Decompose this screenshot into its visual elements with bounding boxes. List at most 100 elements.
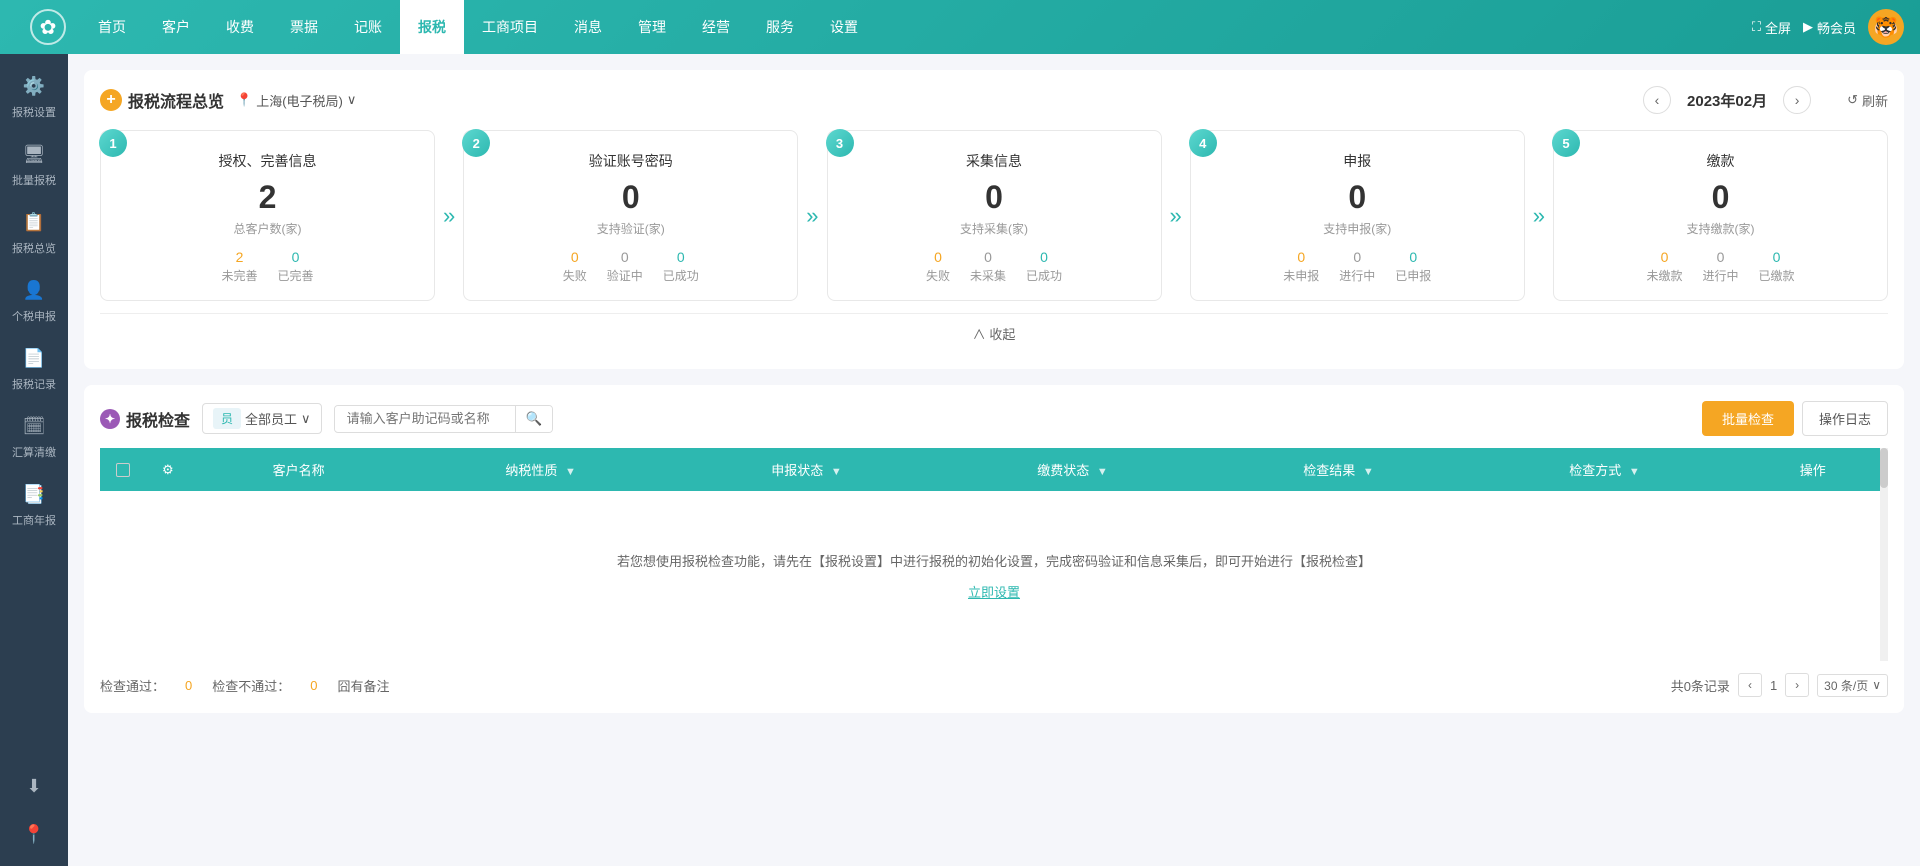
pagination: 共0条记录 ‹ 1 › 30 条/页 ∨: [1671, 673, 1888, 697]
per-page-chevron-icon: ∨: [1872, 678, 1881, 692]
step-2-stat-1-num: 0: [621, 249, 629, 265]
step-3-stat-1: 0 未采集: [970, 249, 1006, 284]
next-month-button[interactable]: ›: [1783, 86, 1811, 114]
nav-tax[interactable]: 报税: [400, 0, 464, 54]
fail-label: 检查不通过：: [212, 676, 290, 695]
step-4-number: 4: [1189, 129, 1217, 157]
operation-log-button[interactable]: 操作日志: [1802, 401, 1888, 436]
batch-check-button[interactable]: 批量检查: [1702, 401, 1794, 436]
chevron-down-icon: ∨: [347, 92, 357, 108]
nav-customer[interactable]: 客户: [144, 0, 208, 54]
th-gear: ⚙: [146, 448, 190, 491]
step-1-stat-1-num: 0: [292, 249, 300, 265]
nav-accounting[interactable]: 记账: [336, 0, 400, 54]
data-table: ⚙ 客户名称 纳税性质 ▼ 申报状态 ▼: [100, 448, 1888, 491]
filter-icon-1[interactable]: ▼: [565, 466, 576, 478]
step-3-card: 3 采集信息 0 支持采集(家) 0 失败 0 未采集: [827, 130, 1162, 301]
filter-icon-5[interactable]: ▼: [1629, 466, 1640, 478]
step-1-count: 2: [117, 179, 418, 216]
step-4-stat-1-num: 0: [1353, 249, 1361, 265]
step-3-count: 0: [844, 179, 1145, 216]
th-operation: 操作: [1737, 448, 1888, 491]
overview-title: + 报税流程总览: [100, 88, 224, 112]
nav-invoice[interactable]: 票据: [272, 0, 336, 54]
overview-card: + 报税流程总览 📍 上海(电子税局) ∨ ‹ 2023年02月 › ↺ 刷新: [84, 70, 1904, 369]
avatar[interactable]: 🐯: [1868, 9, 1904, 45]
employee-filter[interactable]: 员 全部员工 ∨: [202, 403, 322, 434]
logo-icon: ✿: [30, 9, 66, 45]
scrollbar-track[interactable]: [1880, 448, 1888, 661]
step-2-count: 0: [480, 179, 781, 216]
nav-home[interactable]: 首页: [80, 0, 144, 54]
nav-message[interactable]: 消息: [556, 0, 620, 54]
arrow-3: »: [1162, 130, 1190, 301]
select-all-checkbox[interactable]: [116, 463, 130, 477]
sidebar-item-personal-tax[interactable]: 👤 个税申报: [0, 266, 68, 334]
filter-icon-2[interactable]: ▼: [831, 466, 842, 478]
setup-link[interactable]: 立即设置: [968, 585, 1020, 600]
step-1-number: 1: [99, 129, 127, 157]
nav-fee[interactable]: 收费: [208, 0, 272, 54]
check-card: ✦ 报税检查 员 全部员工 ∨ 🔍 批量检查 操作日志: [84, 385, 1904, 713]
sidebar-item-batch-tax[interactable]: 🖥 批量报税: [0, 130, 68, 198]
step-5-stat-1-label: 进行中: [1702, 267, 1738, 284]
step-4-stat-1: 0 进行中: [1339, 249, 1375, 284]
refresh-button[interactable]: ↺ 刷新: [1847, 91, 1888, 110]
play-icon: ▶: [1803, 19, 1813, 35]
sidebar-item-annual-report[interactable]: 📑 工商年报: [0, 470, 68, 538]
search-button[interactable]: 🔍: [515, 406, 553, 432]
per-page-select[interactable]: 30 条/页 ∨: [1817, 674, 1888, 697]
scrollbar-thumb[interactable]: [1880, 448, 1888, 488]
filter-icon-4[interactable]: ▼: [1363, 466, 1374, 478]
step-5-stat-2-label: 已缴款: [1759, 267, 1795, 284]
step-3-stat-2-label: 已成功: [1026, 267, 1062, 284]
step-1-stat-0-num: 2: [236, 249, 244, 265]
next-page-button[interactable]: ›: [1785, 673, 1809, 697]
step-3-stat-1-num: 0: [984, 249, 992, 265]
filter-icon-3[interactable]: ▼: [1097, 466, 1108, 478]
nav-business[interactable]: 工商项目: [464, 0, 556, 54]
fail-count[interactable]: 0: [310, 678, 317, 693]
step-2-stats: 0 失败 0 验证中 0 已成功: [480, 249, 781, 284]
member-button[interactable]: ▶ 畅会员: [1803, 18, 1856, 37]
step-2-stat-1-label: 验证中: [607, 267, 643, 284]
sidebar-item-download[interactable]: ⬇: [0, 762, 68, 810]
sidebar-item-settlement[interactable]: 🗓 汇算清缴: [0, 402, 68, 470]
step-3-stat-1-label: 未采集: [970, 267, 1006, 284]
step-2-title: 验证账号密码: [480, 151, 781, 171]
pass-count[interactable]: 0: [185, 678, 192, 693]
collapse-button[interactable]: ∧ 收起: [100, 313, 1888, 353]
overview-header: + 报税流程总览 📍 上海(电子税局) ∨ ‹ 2023年02月 › ↺ 刷新: [100, 86, 1888, 114]
step-2-stat-1: 0 验证中: [607, 249, 643, 284]
check-header: ✦ 报税检查 员 全部员工 ∨ 🔍 批量检查 操作日志: [100, 401, 1888, 436]
prev-page-button[interactable]: ‹: [1738, 673, 1762, 697]
fullscreen-button[interactable]: ⛶ 全屏: [1752, 18, 1791, 37]
nav-service[interactable]: 服务: [748, 0, 812, 54]
nav-settings[interactable]: 设置: [812, 0, 876, 54]
step-4-card: 4 申报 0 支持申报(家) 0 未申报 0 进行中: [1190, 130, 1525, 301]
nav-operation[interactable]: 经营: [684, 0, 748, 54]
step-1-stats: 2 未完善 0 已完善: [117, 249, 418, 284]
step-3-title: 采集信息: [844, 151, 1145, 171]
month-navigation: ‹ 2023年02月 ›: [1643, 86, 1811, 114]
sidebar-item-location[interactable]: 📍: [0, 810, 68, 858]
location-tag[interactable]: 📍 上海(电子税局) ∨: [236, 91, 356, 110]
arrow-1: »: [435, 130, 463, 301]
nav-manage[interactable]: 管理: [620, 0, 684, 54]
top-navigation: ✿ 首页 客户 收费 票据 记账 报税 工商项目 消息 管理 经营 服务 设置 …: [0, 0, 1920, 54]
personal-tax-icon: 👤: [20, 276, 48, 304]
search-input[interactable]: [335, 406, 515, 431]
sidebar-item-tax-record[interactable]: 📄 报税记录: [0, 334, 68, 402]
sidebar-item-tax-overview[interactable]: 📋 报税总览: [0, 198, 68, 266]
prev-month-button[interactable]: ‹: [1643, 86, 1671, 114]
batch-tax-icon: 🖥: [20, 140, 48, 168]
step-2-stat-0-label: 失败: [563, 267, 587, 284]
step-1-stat-0-label: 未完善: [221, 267, 257, 284]
plus-icon: +: [100, 89, 122, 111]
step-3-stat-0: 0 失败: [926, 249, 950, 284]
step-1-title: 授权、完善信息: [117, 151, 418, 171]
step-2-sub: 支持验证(家): [480, 220, 781, 237]
gear-icon[interactable]: ⚙: [162, 462, 174, 477]
step-5-sub: 支持缴款(家): [1570, 220, 1871, 237]
sidebar-item-tax-settings[interactable]: ⚙️ 报税设置: [0, 62, 68, 130]
